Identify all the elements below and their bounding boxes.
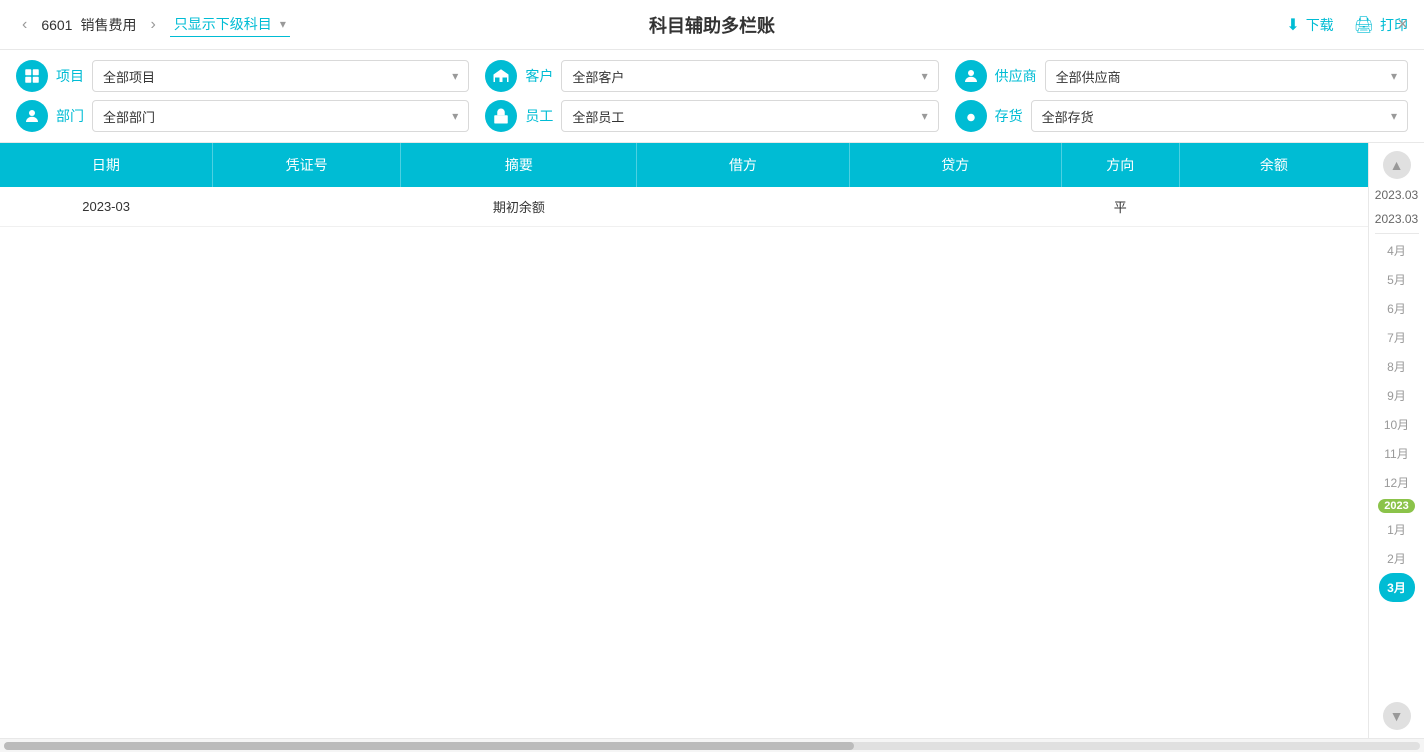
filter-inventory: 存货 全部存货 ▾ — [955, 100, 1408, 132]
timeline-month-11[interactable]: 11月 — [1369, 439, 1424, 468]
filter-row-2: 部门 全部部门 ▾ 员工 全部员工 ▾ — [16, 100, 1408, 132]
account-code: 6601 — [41, 17, 72, 33]
title-bar: ‹ 6601 销售费用 › 只显示下级科目 ▾ 科目辅助多栏账 ⬇ 下载 🖨 打… — [0, 0, 1424, 50]
project-icon — [16, 60, 48, 92]
inventory-value: 全部存货 — [1042, 107, 1094, 126]
page-title: 科目辅助多栏账 — [649, 12, 775, 38]
ledger-table: 日期 凭证号 摘要 借方 贷方 方向 余额 2023-03 期初余额 — [0, 143, 1368, 227]
row-direction: 平 — [1061, 187, 1179, 227]
header-summary: 摘要 — [401, 143, 637, 187]
inventory-icon — [955, 100, 987, 132]
timeline-down-arrow[interactable]: ▼ — [1383, 702, 1411, 730]
timeline-item-top2[interactable]: 2023.03 — [1369, 207, 1424, 231]
header-balance: 余额 — [1179, 143, 1368, 187]
side-timeline: ▲ 2023.03 2023.03 4月 5月 6月 7月 8月 9月 10月 … — [1368, 143, 1424, 738]
project-label: 项目 — [56, 66, 84, 86]
chevron-down-icon: ▾ — [280, 17, 286, 31]
table-row: 2023-03 期初余额 平 — [0, 187, 1368, 227]
timeline-year-badge[interactable]: 2023 — [1378, 499, 1414, 513]
close-button[interactable]: × — [1397, 14, 1408, 35]
header-credit: 贷方 — [849, 143, 1061, 187]
project-value: 全部项目 — [103, 67, 155, 86]
timeline-month-10[interactable]: 10月 — [1369, 410, 1424, 439]
timeline-divider-1 — [1375, 233, 1419, 234]
department-label: 部门 — [56, 106, 84, 126]
header-voucher: 凭证号 — [212, 143, 401, 187]
row-summary: 期初余额 — [401, 187, 637, 227]
employee-select[interactable]: 全部员工 ▾ — [561, 100, 938, 132]
prev-account-button[interactable]: ‹ — [16, 14, 33, 36]
account-name: 销售费用 — [80, 15, 136, 35]
department-chevron-icon: ▾ — [452, 109, 458, 123]
row-credit — [849, 187, 1061, 227]
customer-value: 全部客户 — [572, 67, 624, 86]
timeline-month-1[interactable]: 1月 — [1369, 515, 1424, 544]
row-debit — [637, 187, 849, 227]
show-sub-button[interactable]: 只显示下级科目 ▾ — [170, 12, 290, 37]
scroll-thumb — [4, 742, 854, 750]
department-icon — [16, 100, 48, 132]
inventory-chevron-icon: ▾ — [1391, 109, 1397, 123]
filter-project: 项目 全部项目 ▾ — [16, 60, 469, 92]
timeline-up-arrow[interactable]: ▲ — [1383, 151, 1411, 179]
employee-chevron-icon: ▾ — [922, 109, 928, 123]
header-date: 日期 — [0, 143, 212, 187]
download-label: 下载 — [1306, 15, 1334, 35]
main-area: 日期 凭证号 摘要 借方 贷方 方向 余额 2023-03 期初余额 — [0, 143, 1424, 738]
timeline-month-4[interactable]: 4月 — [1369, 236, 1424, 265]
filter-department: 部门 全部部门 ▾ — [16, 100, 469, 132]
header-direction: 方向 — [1061, 143, 1179, 187]
timeline-month-5[interactable]: 5月 — [1369, 265, 1424, 294]
next-account-button[interactable]: › — [144, 14, 161, 36]
row-voucher — [212, 187, 401, 227]
title-bar-left: ‹ 6601 销售费用 › 只显示下级科目 ▾ — [16, 12, 290, 37]
project-select[interactable]: 全部项目 ▾ — [92, 60, 469, 92]
customer-icon — [485, 60, 517, 92]
supplier-icon — [955, 60, 987, 92]
employee-label: 员工 — [525, 106, 553, 126]
timeline-month-6[interactable]: 6月 — [1369, 294, 1424, 323]
row-balance — [1179, 187, 1368, 227]
print-icon: 🖨 — [1354, 15, 1374, 35]
title-bar-right: ⬇ 下载 🖨 打印 × — [1286, 15, 1408, 35]
timeline-month-3-active[interactable]: 3月 — [1379, 573, 1415, 602]
timeline-month-7[interactable]: 7月 — [1369, 323, 1424, 352]
filter-supplier: 供应商 全部供应商 ▾ — [955, 60, 1408, 92]
department-value: 全部部门 — [103, 107, 155, 126]
row-date: 2023-03 — [0, 187, 212, 227]
inventory-select[interactable]: 全部存货 ▾ — [1031, 100, 1408, 132]
supplier-select[interactable]: 全部供应商 ▾ — [1045, 60, 1408, 92]
employee-value: 全部员工 — [572, 107, 624, 126]
timeline-month-2[interactable]: 2月 — [1369, 544, 1424, 573]
header-debit: 借方 — [637, 143, 849, 187]
main-window: ‹ 6601 销售费用 › 只显示下级科目 ▾ 科目辅助多栏账 ⬇ 下载 🖨 打… — [0, 0, 1424, 752]
timeline-month-9[interactable]: 9月 — [1369, 381, 1424, 410]
show-sub-label: 只显示下级科目 — [174, 14, 272, 34]
supplier-value: 全部供应商 — [1056, 67, 1121, 86]
timeline-month-12[interactable]: 12月 — [1369, 468, 1424, 497]
filter-row-1: 项目 全部项目 ▾ 客户 全部客户 ▾ — [16, 60, 1408, 92]
filter-bar: 项目 全部项目 ▾ 客户 全部客户 ▾ — [0, 50, 1424, 143]
download-icon: ⬇ — [1286, 15, 1299, 35]
horizontal-scrollbar[interactable] — [0, 738, 1424, 752]
download-button[interactable]: ⬇ 下载 — [1286, 15, 1333, 35]
customer-chevron-icon: ▾ — [922, 69, 928, 83]
filter-customer: 客户 全部客户 ▾ — [485, 60, 938, 92]
filter-employee: 员工 全部员工 ▾ — [485, 100, 938, 132]
inventory-label: 存货 — [995, 106, 1023, 126]
timeline-month-8[interactable]: 8月 — [1369, 352, 1424, 381]
employee-icon — [485, 100, 517, 132]
timeline-item-top1[interactable]: 2023.03 — [1369, 183, 1424, 207]
table-header-row: 日期 凭证号 摘要 借方 贷方 方向 余额 — [0, 143, 1368, 187]
customer-select[interactable]: 全部客户 ▾ — [561, 60, 938, 92]
supplier-chevron-icon: ▾ — [1391, 69, 1397, 83]
supplier-label: 供应商 — [995, 66, 1037, 86]
scroll-track — [4, 742, 1420, 750]
table-area: 日期 凭证号 摘要 借方 贷方 方向 余额 2023-03 期初余额 — [0, 143, 1368, 738]
customer-label: 客户 — [525, 66, 553, 86]
department-select[interactable]: 全部部门 ▾ — [92, 100, 469, 132]
project-chevron-icon: ▾ — [452, 69, 458, 83]
